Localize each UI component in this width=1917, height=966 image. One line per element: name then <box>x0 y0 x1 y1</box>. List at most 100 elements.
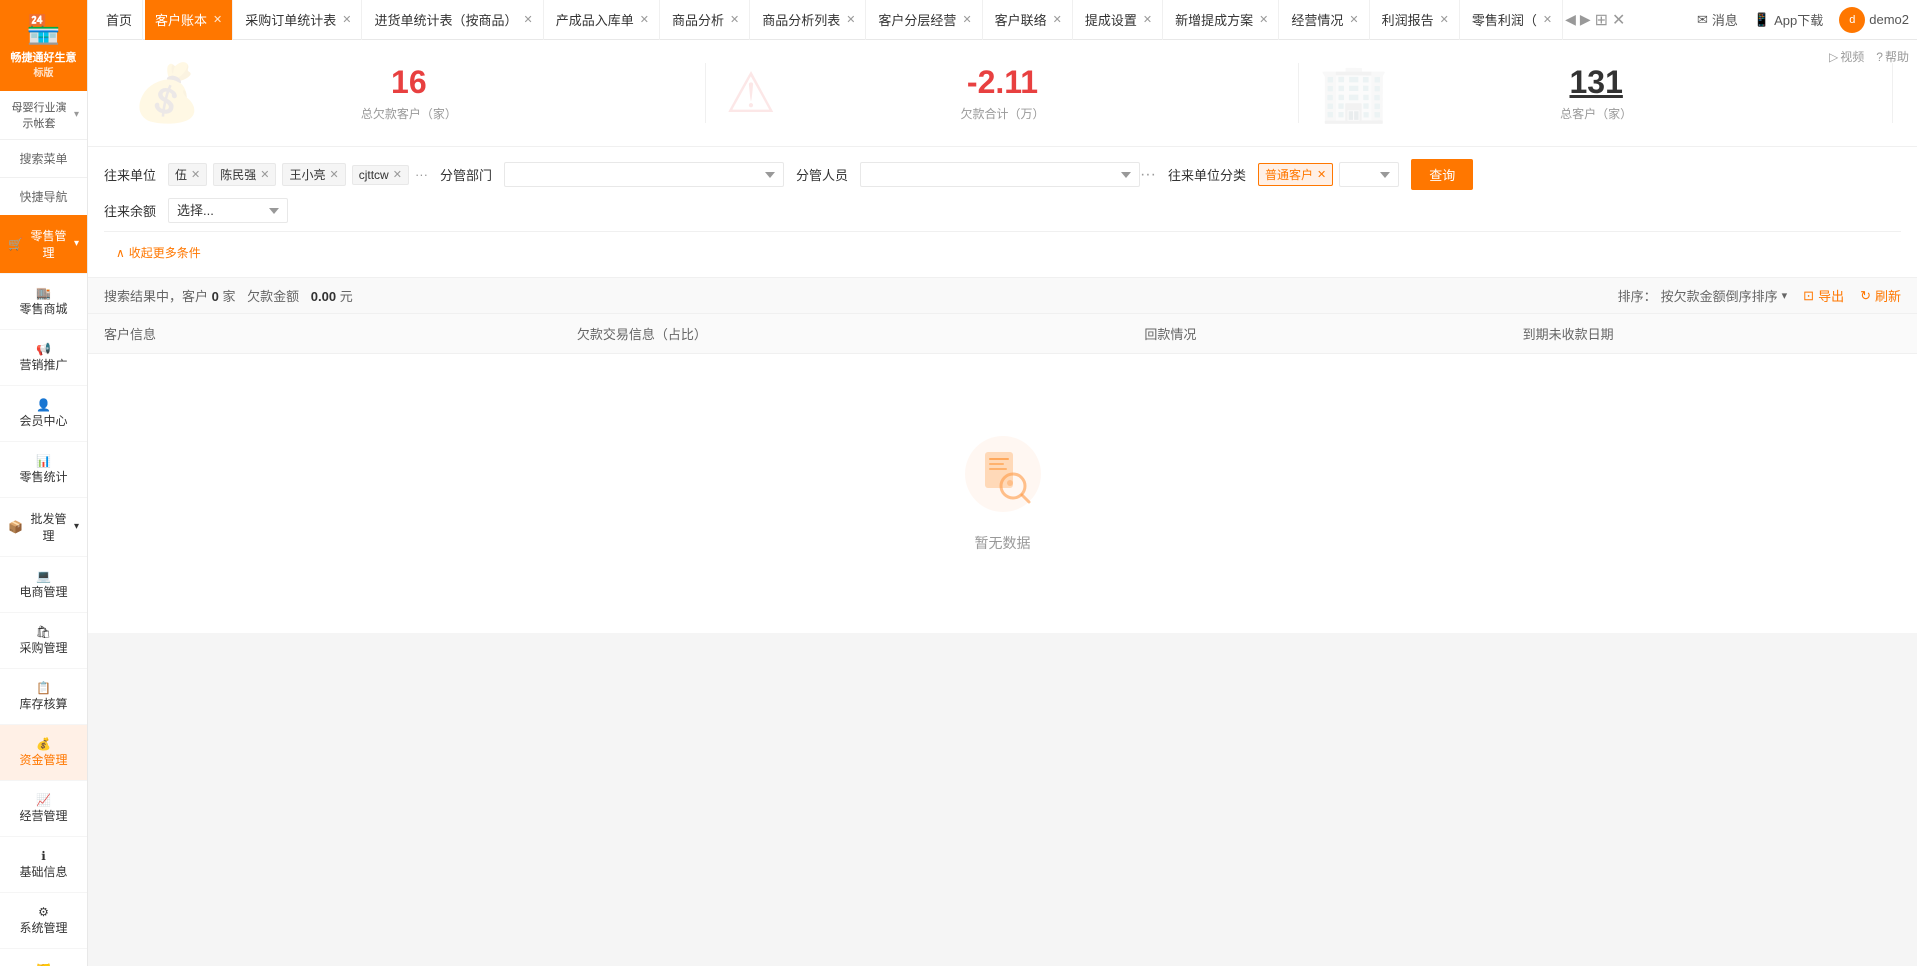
sidebar-item-member-center[interactable]: 👤 会员中心 <box>0 386 87 442</box>
empty-text: 暂无数据 <box>975 533 1031 553</box>
app-download-label: App下载 <box>1774 10 1823 29</box>
filter-tag-unit-2[interactable]: 陈民强 ✕ <box>213 163 276 186</box>
collapse-label: 收起更多条件 <box>129 244 201 261</box>
collapse-button[interactable]: ∧ 收起更多条件 <box>104 240 1901 265</box>
member-label: 会员中心 <box>19 414 67 428</box>
sidebar-item-purchase-mgmt[interactable]: 🛍 采购管理 <box>0 613 87 669</box>
sort-control[interactable]: 排序： 按欠款金额倒序排序 ▾ <box>1618 286 1788 305</box>
filter-tag-unit-3[interactable]: 王小亮 ✕ <box>282 163 345 186</box>
close-profit-tab[interactable]: ✕ <box>1440 13 1449 26</box>
sidebar-industry-selector[interactable]: 母婴行业演示帐套 ▾ <box>0 91 87 140</box>
tab-operations-status[interactable]: 经营情况 ✕ <box>1281 0 1369 40</box>
close-goods-list-tab[interactable]: ✕ <box>846 13 855 26</box>
sidebar-item-mkt-promo[interactable]: 📢 营销推广 <box>0 330 87 386</box>
tab-goods-analysis-list[interactable]: 商品分析列表 ✕ <box>752 0 866 40</box>
category-select[interactable] <box>1339 162 1399 187</box>
close-customers-tab[interactable]: ✕ <box>213 13 222 26</box>
credit-amount-sep: 欠款金额 <box>247 289 299 304</box>
search-menu-item[interactable]: 搜索菜单 <box>0 140 87 178</box>
close-promo-tab[interactable]: ✕ <box>1143 13 1152 26</box>
filter-more-tags[interactable]: ··· <box>415 167 428 182</box>
tag-label-4: cjttcw <box>359 168 389 182</box>
table-header: 客户信息 欠款交易信息（占比） 回款情况 到期未收款日期 <box>88 314 1917 354</box>
person-select[interactable] <box>860 162 1140 187</box>
export-icon: ⊡ <box>1803 288 1814 304</box>
member-icon: 👤 <box>8 398 79 412</box>
close-ops-tab[interactable]: ✕ <box>1349 13 1358 26</box>
tab-inbound-stats[interactable]: 进货单统计表（按商品） ✕ <box>364 0 543 40</box>
sidebar-item-basic-info[interactable]: ℹ 基础信息 <box>0 837 87 893</box>
person-extra-dots[interactable]: ··· <box>1140 166 1156 184</box>
quick-nav-item[interactable]: 快捷导航 <box>0 178 87 215</box>
stat-credit-amount: ⚠ -2.11 欠款合计（万） <box>706 56 1300 130</box>
user-item[interactable]: d demo2 <box>1839 7 1909 33</box>
sidebar-item-retail-mall[interactable]: 🏬 零售商城 <box>0 274 87 330</box>
tab-customer-contact[interactable]: 客户联络 ✕ <box>985 0 1073 40</box>
sidebar-item-finance[interactable]: 💰 资金管理 <box>0 725 87 781</box>
query-button[interactable]: 查询 <box>1411 159 1473 190</box>
remove-tag-3[interactable]: ✕ <box>330 168 339 181</box>
amount-select[interactable]: 选择... <box>168 198 288 223</box>
search-count: 0 <box>212 289 219 304</box>
goods-analysis-list-label: 商品分析列表 <box>762 10 840 29</box>
remove-tag-4[interactable]: ✕ <box>393 168 402 181</box>
app-download-item[interactable]: 📱 App下载 <box>1754 10 1823 29</box>
close-goods-tab[interactable]: ✕ <box>730 13 739 26</box>
credit-amount-value: 0.00 <box>311 289 336 304</box>
results-info: 搜索结果中，客户 0 家 欠款金额 0.00 元 <box>104 286 353 305</box>
ecommerce-label: 电商管理 <box>19 585 67 599</box>
tab-home[interactable]: 首页 <box>96 0 143 40</box>
filter-area: 往来单位 伍 ✕ 陈民强 ✕ 王小亮 ✕ cjttcw <box>88 147 1917 278</box>
sidebar-item-enterprise[interactable]: 🤝 企业协同 <box>0 949 87 966</box>
close-retail-profit-tab[interactable]: ✕ <box>1543 13 1552 26</box>
filter-tag-category[interactable]: 普通客户 ✕ <box>1258 163 1333 186</box>
sidebar-item-retail-mgmt[interactable]: 🛒 零售管理 ▾ <box>0 215 87 274</box>
new-promo-plan-label: 新增提成方案 <box>1175 10 1253 29</box>
filter-tag-unit-4[interactable]: cjttcw ✕ <box>352 165 409 185</box>
refresh-icon: ↻ <box>1860 288 1871 304</box>
tab-promo-settings[interactable]: 提成设置 ✕ <box>1075 0 1163 40</box>
message-item[interactable]: ✉ 消息 <box>1697 10 1738 29</box>
quick-nav-label: 快捷导航 <box>19 190 67 204</box>
refresh-button[interactable]: ↻ 刷新 <box>1860 286 1901 305</box>
tab-customer-tier[interactable]: 客户分层经营 ✕ <box>868 0 982 40</box>
tab-next-arrow[interactable]: ▶ <box>1580 11 1591 28</box>
tab-new-promo-plan[interactable]: 新增提成方案 ✕ <box>1165 0 1279 40</box>
download-icon: 📱 <box>1754 12 1770 28</box>
header-right: ✉ 消息 📱 App下载 d demo2 <box>1697 7 1909 33</box>
close-production-tab[interactable]: ✕ <box>640 13 649 26</box>
tab-retail-profit[interactable]: 零售利润（ ✕ <box>1462 0 1563 40</box>
close-new-promo-tab[interactable]: ✕ <box>1259 13 1268 26</box>
remove-tag-2[interactable]: ✕ <box>260 168 269 181</box>
tab-close-all[interactable]: ✕ <box>1612 10 1625 30</box>
export-button[interactable]: ⊡ 导出 <box>1803 286 1844 305</box>
tab-goods-analysis[interactable]: 商品分析 ✕ <box>662 0 750 40</box>
sidebar-logo[interactable]: 🏪 畅捷通好生意 标版 <box>0 0 87 91</box>
customers-label: 客户账本 <box>155 10 207 29</box>
remove-category-tag[interactable]: ✕ <box>1317 168 1326 181</box>
tab-customers[interactable]: 客户账本 ✕ <box>145 0 233 40</box>
close-purchase-tab[interactable]: ✕ <box>342 13 351 26</box>
remove-tag-1[interactable]: ✕ <box>191 168 200 181</box>
tab-expand-arrow[interactable]: ⊞ <box>1595 10 1608 30</box>
close-inbound-tab[interactable]: ✕ <box>524 13 533 26</box>
video-help-btn[interactable]: ▷ 视频 <box>1829 48 1864 65</box>
sidebar-item-inventory[interactable]: 📋 库存核算 <box>0 669 87 725</box>
close-tier-tab[interactable]: ✕ <box>962 13 971 26</box>
tab-purchase-order-stats[interactable]: 采购订单统计表 ✕ <box>235 0 362 40</box>
sidebar-item-wholesale-mgmt[interactable]: 📦 批发管理 ▾ <box>0 498 87 557</box>
purchase-order-stats-label: 采购订单统计表 <box>245 10 336 29</box>
help-btn[interactable]: ? 帮助 <box>1876 48 1909 65</box>
sidebar-item-system[interactable]: ⚙ 系统管理 <box>0 893 87 949</box>
tab-profit-report[interactable]: 利润报告 ✕ <box>1372 0 1460 40</box>
close-contact-tab[interactable]: ✕ <box>1053 13 1062 26</box>
dept-select[interactable] <box>504 162 784 187</box>
refresh-label: 刷新 <box>1875 286 1901 305</box>
sidebar-item-ecommerce[interactable]: 💻 电商管理 <box>0 557 87 613</box>
sidebar-item-retail-stats[interactable]: 📊 零售统计 <box>0 442 87 498</box>
filter-row-2: 往来余额 选择... <box>104 198 1901 223</box>
tab-production-inbound[interactable]: 产成品入库单 ✕ <box>546 0 660 40</box>
sidebar-item-operations[interactable]: 📈 经营管理 <box>0 781 87 837</box>
tab-prev-arrow[interactable]: ◀ <box>1565 11 1576 28</box>
filter-tag-unit-1[interactable]: 伍 ✕ <box>168 163 207 186</box>
